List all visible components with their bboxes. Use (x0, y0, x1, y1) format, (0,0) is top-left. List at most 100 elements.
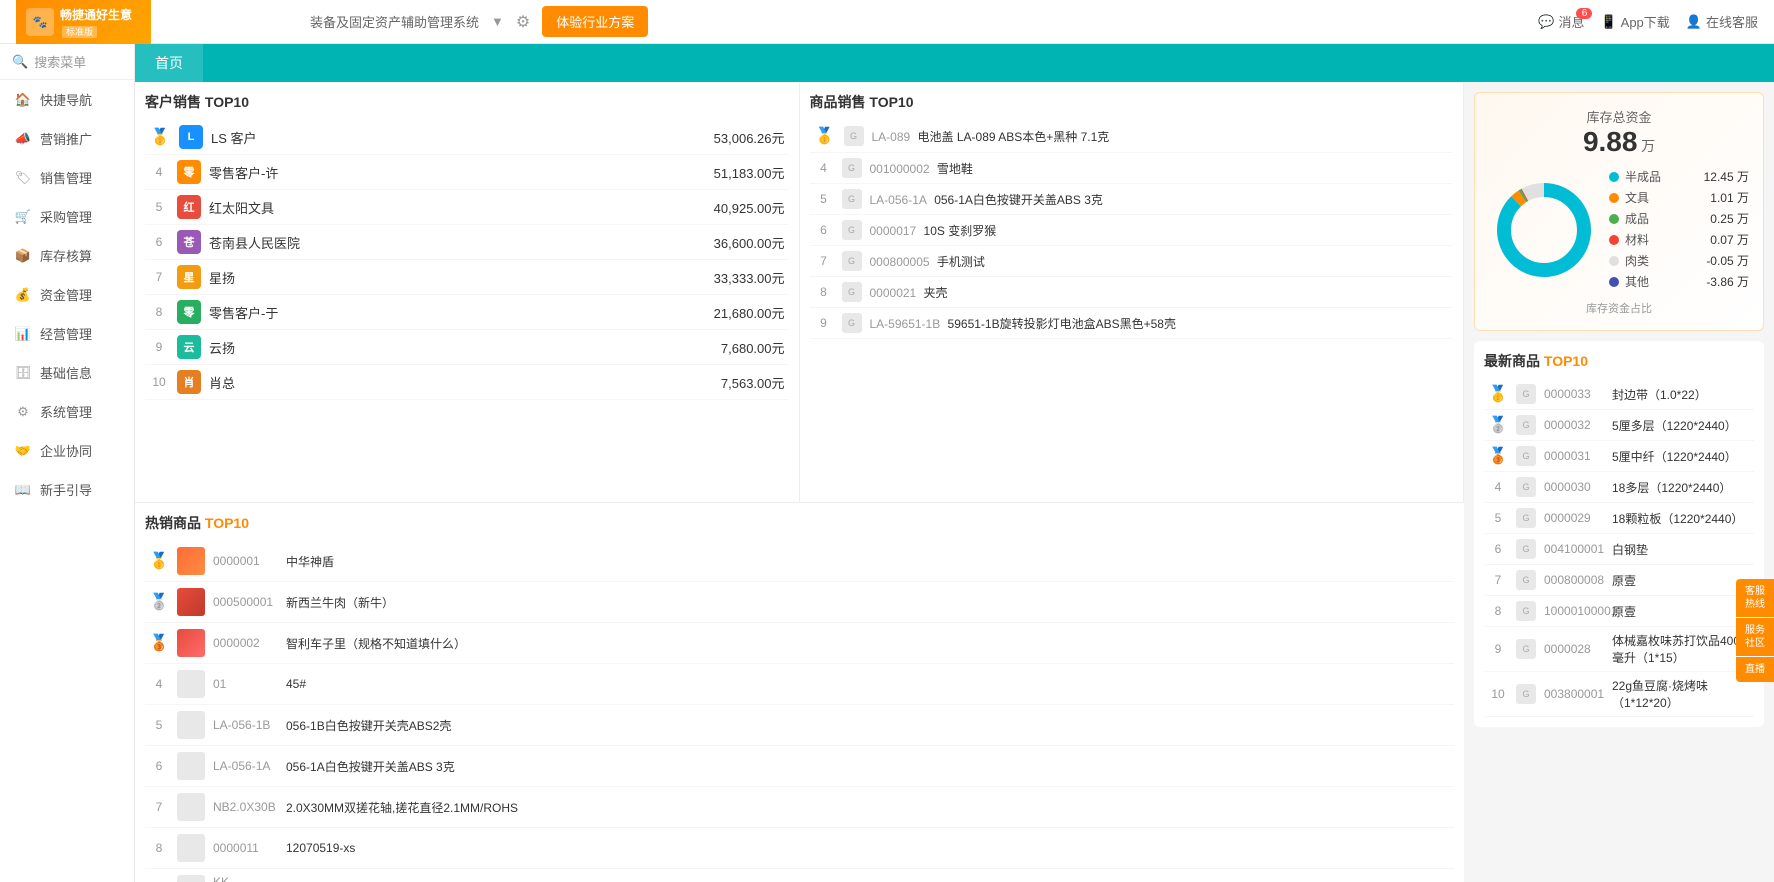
legend-item: 其他 -3.86 万 (1609, 273, 1749, 290)
experience-btn[interactable]: 体验行业方案 (542, 6, 648, 37)
inventory-total-unit: 万 (1641, 138, 1655, 154)
product-thumb: G (1516, 684, 1536, 704)
float-btn-community[interactable]: 服务社区 (1736, 618, 1774, 656)
sidebar-item-sales[interactable]: 🏷 销售管理 (0, 158, 134, 197)
legend-dot (1609, 172, 1619, 182)
sidebar-item-purchase[interactable]: 🛒 采购管理 (0, 197, 134, 236)
hot-products-panel: 热销商品 TOP10 🥇 0000001 中华神盾 🥈 000500001 新西… (135, 502, 1464, 882)
product-code: 0000031 (1544, 449, 1604, 463)
list-item: 8 G 10000100001 原壹 (1484, 596, 1754, 627)
guide-icon: 📖 (14, 481, 32, 499)
goods-code: 001000002 (870, 162, 930, 176)
avatar: 星 (177, 265, 201, 289)
product-name: 封边带（1.0*22） (1612, 386, 1750, 403)
table-row: 7 星 星扬 33,333.00元 (145, 260, 789, 295)
table-row: 🥇 L LS 客户 53,006.26元 (145, 120, 789, 155)
product-name: 5厘多层（1220*2440） (1612, 417, 1750, 434)
legend-dot (1609, 214, 1619, 224)
avatar: 肖 (177, 370, 201, 394)
list-item: 7 NB2.0X30B 2.0X30MM双搓花轴,搓花直径2.1MM/ROHS (145, 787, 1454, 828)
list-item: 8 0000011 12070519-xs (145, 828, 1454, 869)
sidebar-label-inventory: 库存核算 (40, 246, 92, 265)
goods-code: LA-59651-1B (870, 317, 941, 331)
tab-home[interactable]: 首页 (135, 44, 203, 82)
sidebar-item-guide[interactable]: 📖 新手引导 (0, 470, 134, 509)
rank-number: 8 (149, 841, 169, 855)
sidebar-item-inventory[interactable]: 📦 库存核算 (0, 236, 134, 275)
hot-products-title: 热销商品 TOP10 (145, 513, 1454, 533)
sidebar-item-finance[interactable]: 💰 资金管理 (0, 275, 134, 314)
sidebar-item-cooperation[interactable]: 🤝 企业协同 (0, 431, 134, 470)
search-label: 搜索菜单 (34, 52, 86, 71)
rank-number: 🥉 (1488, 446, 1508, 466)
product-name: 原壹 (1612, 603, 1750, 620)
product-image (177, 875, 205, 882)
table-row: 9 云 云扬 7,680.00元 (145, 330, 789, 365)
product-name: 新西兰牛肉（新牛） (286, 594, 1450, 611)
messages-btn[interactable]: 💬 消息 6 (1538, 12, 1584, 31)
goods-thumb: G (844, 126, 864, 146)
customer-name: 零售客户-许 (209, 163, 706, 182)
list-item: 5 LA-056-1B 056-1B白色按键开关壳ABS2壳 (145, 705, 1454, 746)
sidebar-item-system[interactable]: ⚙ 系统管理 (0, 392, 134, 431)
sidebar-label-quicknav: 快捷导航 (40, 90, 92, 109)
product-code: 0000011 (213, 841, 278, 855)
product-code: KK-SD22110H (213, 875, 278, 882)
product-name: 5厘中纤（1220*2440） (1612, 448, 1750, 465)
product-image (177, 834, 205, 862)
search-menu[interactable]: 🔍 搜索菜单 (0, 44, 134, 80)
rank-number: 8 (149, 305, 169, 319)
product-code: 0000002 (213, 636, 278, 650)
finance-icon: 💰 (14, 286, 32, 304)
table-row: 5 G LA-056-1A 056-1A白色按键开关盖ABS 3克 (810, 184, 1454, 215)
sidebar-label-marketing: 营销推广 (40, 129, 92, 148)
goods-ranking-title: 商品销售 TOP10 (810, 92, 1454, 112)
float-btn-service[interactable]: 客服热线 (1736, 579, 1774, 617)
product-thumb: G (1516, 601, 1536, 621)
product-name: 22g鱼豆腐·烧烤味（1*12*20） (1612, 677, 1750, 711)
list-item: 6 LA-056-1A 056-1A白色按键开关盖ABS 3克 (145, 746, 1454, 787)
rank-number: 🥈 (1488, 415, 1508, 435)
main-content: 客户销售 TOP10 🥇 L LS 客户 53,006.26元 4 零 零售客户… (135, 82, 1774, 882)
sidebar-item-management[interactable]: 📊 经营管理 (0, 314, 134, 353)
sidebar-label-cooperation: 企业协同 (40, 441, 92, 460)
product-code: 0000033 (1544, 387, 1604, 401)
legend-dot (1609, 235, 1619, 245)
management-icon: 📊 (14, 325, 32, 343)
sales-icon: 🏷 (14, 169, 32, 187)
app-download-btn[interactable]: 📱 App下载 (1600, 12, 1669, 31)
product-thumb: G (1516, 639, 1536, 659)
goods-name: 0000017 10S 变刹罗猴 (870, 222, 1450, 239)
list-item: 5 G 0000029 18颗粒板（1220*2440） (1484, 503, 1754, 534)
sidebar-item-marketing[interactable]: 📣 营销推广 (0, 119, 134, 158)
sidebar-item-basicinfo[interactable]: 🗄 基础信息 (0, 353, 134, 392)
header-right: 💬 消息 6 📱 App下载 👤 在线客服 (1538, 12, 1758, 31)
mobile-icon: 📱 (1600, 14, 1616, 30)
online-service-btn[interactable]: 👤 在线客服 (1686, 12, 1758, 31)
dropdown-icon[interactable]: ▼ (491, 14, 504, 29)
rank-number: 🥇 (149, 551, 169, 571)
newest-products-title: 最新商品 TOP10 (1484, 351, 1754, 371)
product-image (177, 629, 205, 657)
product-name: 白钢垫 (1612, 541, 1750, 558)
sidebar-item-quicknav[interactable]: 🏠 快捷导航 (0, 80, 134, 119)
settings-icon[interactable]: ⚙ (516, 12, 530, 32)
customer-amount: 7,680.00元 (721, 338, 785, 357)
product-name: 体械嘉枚味苏打饮品400毫升（1*15） (1612, 632, 1750, 666)
customer-amount: 7,563.00元 (721, 373, 785, 392)
database-icon: 🗄 (14, 364, 32, 382)
app-logo: 🐾 畅捷通好生意 标准版 (16, 0, 151, 44)
customer-amount: 33,333.00元 (714, 268, 785, 287)
app-download-label: App下载 (1621, 12, 1670, 31)
donut-section: 半成品 12.45 万 文具 1.01 万 成品 0.25 万 (1489, 168, 1749, 294)
sidebar: 🐾 畅捷通好生意 标准版 🔍 搜索菜单 🏠 快捷导航 📣 营销推广 🏷 销售管理… (0, 0, 135, 882)
rank-number: 9 (1488, 642, 1508, 656)
inventory-subtitle: 库存资金占比 (1489, 300, 1749, 316)
tab-home-label: 首页 (155, 53, 183, 73)
table-row: 8 零 零售客户-于 21,680.00元 (145, 295, 789, 330)
customer-name: 红太阳文具 (209, 198, 706, 217)
table-row: 6 苍 苍南县人民医院 36,600.00元 (145, 225, 789, 260)
float-btn-live[interactable]: 直播 (1736, 657, 1774, 682)
table-row: 5 红 红太阳文具 40,925.00元 (145, 190, 789, 225)
sidebar-label-guide: 新手引导 (40, 480, 92, 499)
